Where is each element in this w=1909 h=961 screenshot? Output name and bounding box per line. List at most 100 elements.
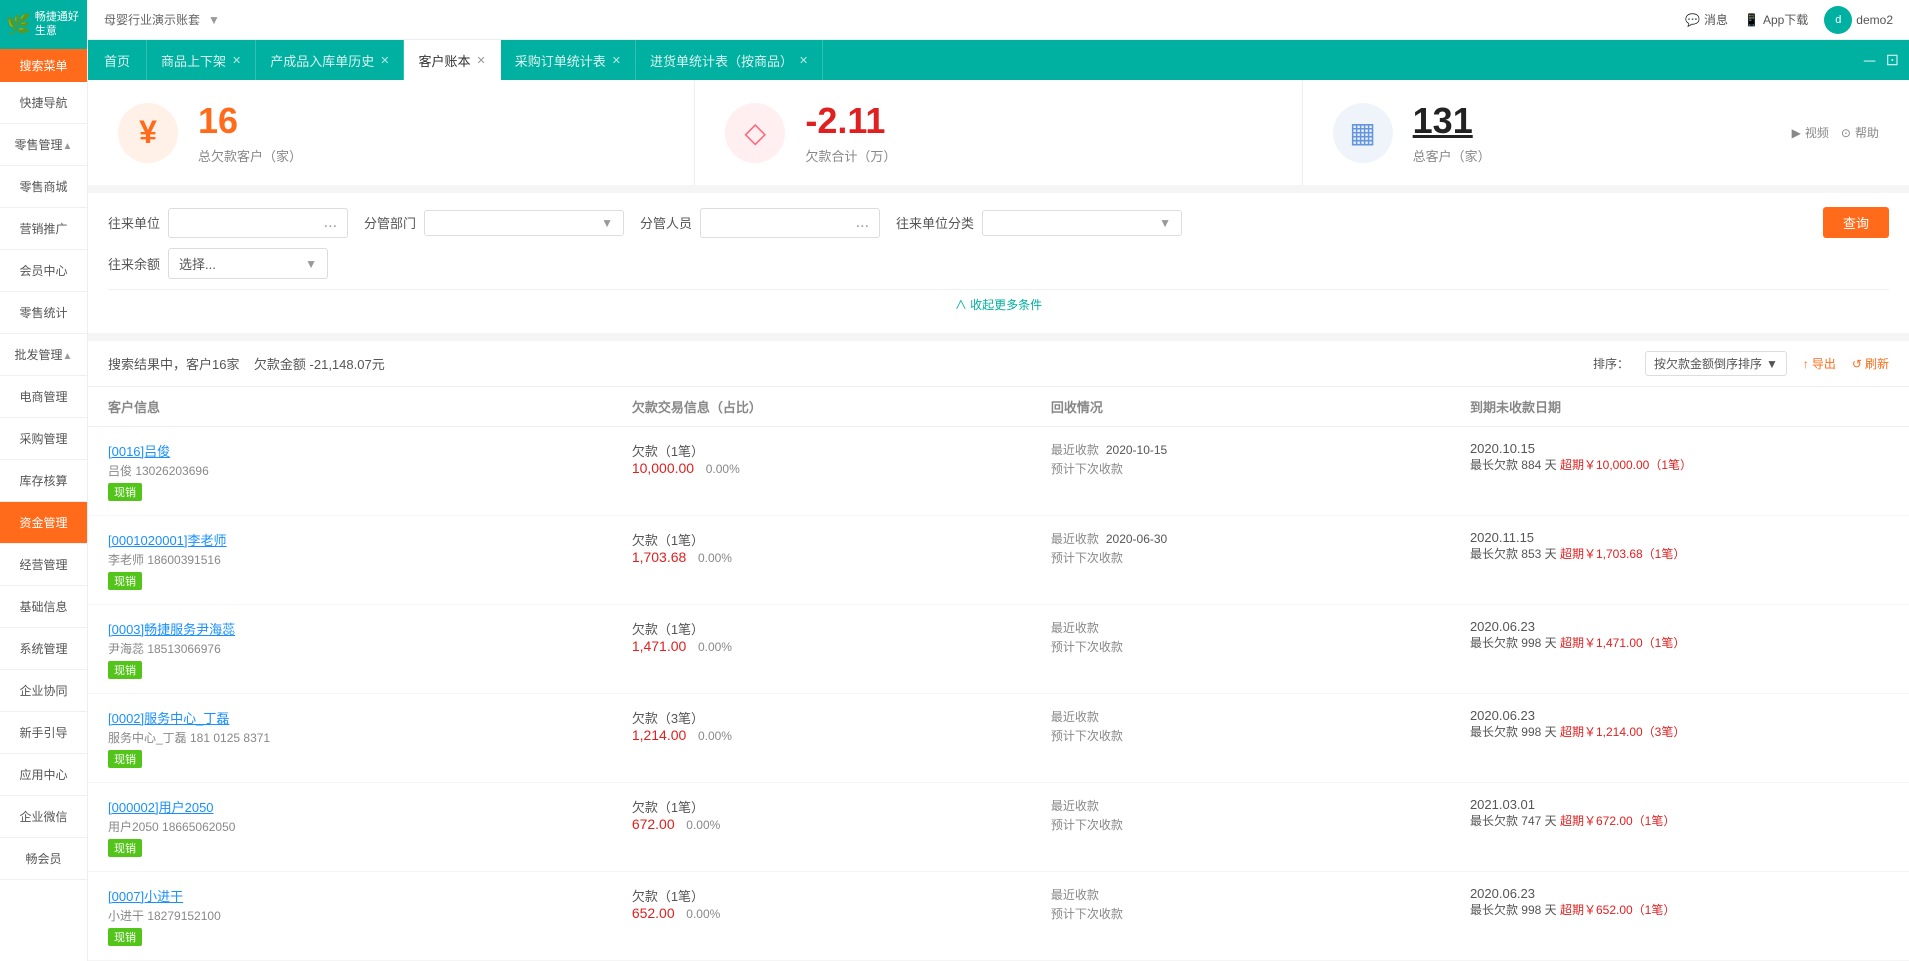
query-button[interactable]: 查询 bbox=[1823, 207, 1889, 238]
stat-card-0: ¥ 16 总欠款客户（家） bbox=[88, 80, 695, 185]
customer-name-1[interactable]: [0001020001]李老师 bbox=[108, 530, 632, 549]
message-icon: 💬 bbox=[1685, 13, 1700, 27]
video-icon: ▶ bbox=[1792, 126, 1801, 140]
debt-amount-row-1: 1,703.68 0.00% bbox=[632, 549, 1051, 565]
debt-amount-row-0: 10,000.00 0.00% bbox=[632, 460, 1051, 476]
debt-label-0: 欠款（1笔） bbox=[632, 441, 1051, 460]
stat-icon-0: ¥ bbox=[118, 103, 178, 163]
tab-close-customer-account[interactable]: ✕ bbox=[477, 54, 486, 67]
search-menu-button[interactable]: 搜索菜单 bbox=[0, 49, 87, 82]
sidebar-item-finance[interactable]: 资金管理 bbox=[0, 502, 87, 544]
sidebar-item-retail-stats[interactable]: 零售统计 bbox=[0, 292, 87, 334]
sort-select[interactable]: 按欠款金额倒序排序 ▼ bbox=[1645, 351, 1787, 376]
manager-input[interactable]: ... bbox=[700, 208, 880, 238]
due-date-3: 2020.06.23 bbox=[1470, 708, 1889, 723]
stat-label-2: 总客户（家） bbox=[1413, 146, 1491, 165]
overdue-amount-2[interactable]: 超期￥1,471.00（1笔） bbox=[1560, 636, 1685, 650]
sidebar-item-basic-info[interactable]: 基础信息 bbox=[0, 586, 87, 628]
debt-amount-1: 1,703.68 bbox=[632, 549, 687, 565]
overdue-amount-1[interactable]: 超期￥1,703.68（1笔） bbox=[1560, 547, 1685, 561]
tab-purchase-order[interactable]: 采购订单统计表✕ bbox=[501, 40, 636, 80]
overdue-amount-5[interactable]: 超期￥652.00（1笔） bbox=[1560, 903, 1675, 917]
sidebar-item-member-vip[interactable]: 畅会员 bbox=[0, 838, 87, 880]
sidebar-item-app-center[interactable]: 应用中心 bbox=[0, 754, 87, 796]
collapse-label: 收起更多条件 bbox=[970, 298, 1042, 312]
tab-close-product-shelf[interactable]: ✕ bbox=[232, 54, 241, 67]
overdue-amount-3[interactable]: 超期￥1,214.00（3笔） bbox=[1560, 725, 1685, 739]
customer-tag-4: 现销 bbox=[108, 839, 142, 857]
customer-name-4[interactable]: [000002]用户2050 bbox=[108, 797, 632, 816]
sidebar-item-operations[interactable]: 经营管理 bbox=[0, 544, 87, 586]
tabs-maximize-button[interactable]: ⊡ bbox=[1886, 50, 1899, 70]
app-download-button[interactable]: 📱 App下载 bbox=[1744, 11, 1808, 28]
view-video-button[interactable]: ▶ 视频 bbox=[1792, 124, 1829, 141]
sidebar-item-retail-mgmt[interactable]: 零售管理 ▲ bbox=[0, 124, 87, 166]
tab-close-product-history[interactable]: ✕ bbox=[380, 54, 389, 67]
stat-text-0: 16 总欠款客户（家） bbox=[198, 100, 302, 165]
topbar-left: 母婴行业演示账套 ▼ bbox=[104, 11, 220, 28]
user-profile[interactable]: d demo2 bbox=[1824, 6, 1893, 34]
tabs-minimize-button[interactable]: － bbox=[1862, 48, 1878, 72]
overdue-days-1: 最长欠款 853 天 bbox=[1470, 547, 1560, 561]
debt-amount-row-5: 652.00 0.00% bbox=[632, 905, 1051, 921]
customer-sub-2: 尹海蕊 18513066976 bbox=[108, 640, 632, 657]
tab-close-incoming-stats[interactable]: ✕ bbox=[799, 54, 808, 67]
customer-name-3[interactable]: [0002]服务中心_丁磊 bbox=[108, 708, 632, 727]
cell-recall-1: 最近收款 2020-06-30 预计下次收款 bbox=[1051, 530, 1470, 590]
sidebar-item-member-center[interactable]: 会员中心 bbox=[0, 250, 87, 292]
sidebar-label-new-guide: 新手引导 bbox=[19, 726, 67, 740]
company-dropdown-icon[interactable]: ▼ bbox=[208, 13, 220, 27]
source-unit-input[interactable]: ... bbox=[168, 208, 348, 238]
unit-type-select[interactable]: ▼ bbox=[982, 210, 1182, 236]
customer-tag-2: 现销 bbox=[108, 661, 142, 679]
tab-home[interactable]: 首页 bbox=[88, 40, 147, 80]
tab-incoming-stats[interactable]: 进货单统计表（按商品）✕ bbox=[636, 40, 823, 80]
refresh-label: 刷新 bbox=[1865, 355, 1889, 372]
sidebar-label-basic-info: 基础信息 bbox=[19, 600, 67, 614]
tab-label-product-shelf: 商品上下架 bbox=[161, 51, 226, 70]
balance-label: 往来余额 bbox=[108, 254, 160, 273]
help-button[interactable]: ⊙ 帮助 bbox=[1841, 124, 1879, 141]
recall-label-3: 最近收款 bbox=[1051, 710, 1099, 724]
tab-product-shelf[interactable]: 商品上下架 ✕ bbox=[147, 40, 256, 80]
refresh-button[interactable]: ↺ 刷新 bbox=[1852, 355, 1889, 372]
export-button[interactable]: ↑ 导出 bbox=[1803, 355, 1836, 372]
overdue-amount-0[interactable]: 超期￥10,000.00（1笔） bbox=[1560, 458, 1692, 472]
dept-select[interactable]: ▼ bbox=[424, 210, 624, 236]
overdue-info-3: 最长欠款 998 天 超期￥1,214.00（3笔） bbox=[1470, 723, 1889, 740]
debt-pct-5: 0.00% bbox=[686, 907, 720, 921]
debt-amount-row-4: 672.00 0.00% bbox=[632, 816, 1051, 832]
tab-customer-account[interactable]: 客户账本✕ bbox=[404, 40, 500, 80]
sidebar-item-new-guide[interactable]: 新手引导 bbox=[0, 712, 87, 754]
sidebar-item-enterprise-collab[interactable]: 企业协同 bbox=[0, 670, 87, 712]
tab-product-history[interactable]: 产成品入库单历史✕ bbox=[256, 40, 404, 80]
app-download-icon: 📱 bbox=[1744, 13, 1759, 27]
sidebar-item-enterprise-wechat[interactable]: 企业微信 bbox=[0, 796, 87, 838]
sidebar-item-retail-mall[interactable]: 零售商城 bbox=[0, 166, 87, 208]
filter-collapse-button[interactable]: ∧ 收起更多条件 bbox=[108, 289, 1889, 319]
customer-sub-3: 服务中心_丁磊 181 0125 8371 bbox=[108, 729, 632, 746]
sidebar-item-inventory[interactable]: 库存核算 bbox=[0, 460, 87, 502]
sidebar-item-marketing[interactable]: 营销推广 bbox=[0, 208, 87, 250]
cell-debt-4: 欠款（1笔） 672.00 0.00% bbox=[632, 797, 1051, 857]
customer-name-2[interactable]: [0003]畅捷服务尹海蕊 bbox=[108, 619, 632, 638]
col-recall-status: 回收情况 bbox=[1051, 397, 1470, 416]
sidebar-item-system-mgmt[interactable]: 系统管理 bbox=[0, 628, 87, 670]
table-row: [0007]小进干 小进干 18279152100 现销 欠款（1笔） 652.… bbox=[88, 872, 1909, 961]
sort-arrow-icon: ▼ bbox=[1766, 357, 1778, 371]
stat-label-1: 欠款合计（万） bbox=[805, 146, 896, 165]
overdue-amount-4[interactable]: 超期￥672.00（1笔） bbox=[1560, 814, 1675, 828]
customer-sub-4: 用户2050 18665062050 bbox=[108, 818, 632, 835]
sidebar-item-ecommerce[interactable]: 电商管理 bbox=[0, 376, 87, 418]
customer-name-0[interactable]: [0016]吕俊 bbox=[108, 441, 632, 460]
message-button[interactable]: 💬 消息 bbox=[1685, 11, 1728, 28]
sidebar-item-purchase-mgmt[interactable]: 采购管理 bbox=[0, 418, 87, 460]
sidebar-item-quick-nav[interactable]: 快捷导航 bbox=[0, 82, 87, 124]
recall-label-4: 最近收款 bbox=[1051, 799, 1099, 813]
balance-select[interactable]: 选择... ▼ bbox=[168, 248, 328, 279]
overdue-days-4: 最长欠款 747 天 bbox=[1470, 814, 1560, 828]
tab-close-purchase-order[interactable]: ✕ bbox=[612, 54, 621, 67]
sidebar-item-batch-mgmt[interactable]: 批发管理 ▲ bbox=[0, 334, 87, 376]
app-logo-text: 畅捷通好生意 bbox=[35, 10, 81, 39]
customer-name-5[interactable]: [0007]小进干 bbox=[108, 886, 632, 905]
